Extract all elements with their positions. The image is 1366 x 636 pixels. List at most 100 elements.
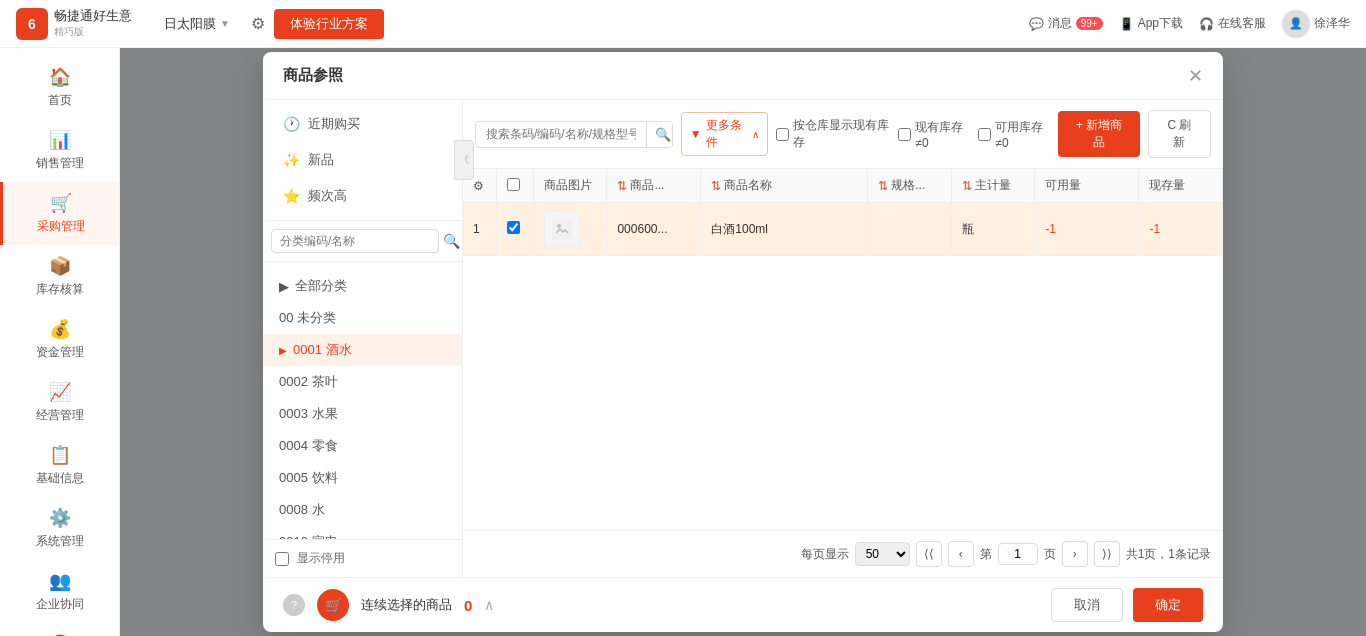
app-download-label: App下载 xyxy=(1138,15,1183,32)
sidebar-item-basic-info[interactable]: 📋 基础信息 xyxy=(0,434,119,497)
app-download-item[interactable]: 📱 App下载 xyxy=(1119,15,1183,32)
sidebar-item-enterprise[interactable]: 👥 企业协同 xyxy=(0,560,119,623)
sidebar-item-operations-label: 经营管理 xyxy=(36,407,84,424)
inventory-icon: 📦 xyxy=(49,255,71,277)
th-available[interactable]: 可用量 xyxy=(1035,169,1139,203)
product-search-input[interactable] xyxy=(476,122,646,146)
cat-fruit[interactable]: 0003 水果 xyxy=(263,398,462,430)
th-checkbox xyxy=(496,169,534,203)
cell-spec xyxy=(868,203,951,256)
notifications-item[interactable]: 💬 消息 99+ xyxy=(1029,15,1103,32)
page-prev-button[interactable]: ‹ xyxy=(948,541,974,567)
trial-button[interactable]: 体验行业方案 xyxy=(274,9,384,39)
topbar-right: 💬 消息 99+ 📱 App下载 🎧 在线客服 👤 徐泽华 xyxy=(1029,10,1350,38)
quick-btn-recent[interactable]: 🕐 近期购买 xyxy=(271,108,454,140)
cat-liquor[interactable]: ▶ 0001 酒水 xyxy=(263,334,462,366)
show-disabled-label: 显示停用 xyxy=(297,550,345,567)
category-search-input[interactable] xyxy=(271,229,439,253)
page-number-input[interactable] xyxy=(998,543,1038,565)
left-panel: 🕐 近期购买 ✨ 新品 ⭐ 频次高 《 xyxy=(263,100,463,577)
quick-btn-new[interactable]: ✨ 新品 xyxy=(271,144,454,176)
category-search-row: 🔍 xyxy=(263,221,462,262)
warehouse-checkbox[interactable] xyxy=(776,128,789,141)
sidebar-item-enterprise-label: 企业协同 xyxy=(36,596,84,613)
logo-sub: 精巧版 xyxy=(54,25,132,39)
warehouse-checkbox-row[interactable]: 按仓库显示现有库存 xyxy=(776,117,891,151)
stock-checkbox-row[interactable]: 现有库存≠0 xyxy=(898,119,970,150)
show-disabled-checkbox[interactable] xyxy=(275,552,289,566)
cancel-button[interactable]: 取消 xyxy=(1051,588,1123,622)
purchase-icon: 🛒 xyxy=(50,192,72,214)
cat-snack[interactable]: 0004 零食 xyxy=(263,430,462,462)
cat-tea[interactable]: 0002 茶叶 xyxy=(263,366,462,398)
cat-water[interactable]: 0008 水 xyxy=(263,494,462,526)
th-code[interactable]: ⇅ 商品... xyxy=(607,169,701,203)
nav-dropdown[interactable]: 日太阳膜 ▼ xyxy=(152,15,242,33)
th-stock[interactable]: 现存量 xyxy=(1139,169,1223,203)
cat-tea-label: 0002 茶叶 xyxy=(279,373,338,391)
avatar: 👤 xyxy=(1282,10,1310,38)
cell-code: 000600... xyxy=(607,203,701,256)
sidebar-item-home[interactable]: 🏠 首页 xyxy=(0,56,119,119)
filter-button[interactable]: ▼ 更多条件 ∧ xyxy=(681,112,768,156)
collapse-button[interactable]: 《 xyxy=(454,140,474,180)
close-icon[interactable]: ✕ xyxy=(1188,67,1203,85)
th-spec[interactable]: ⇅ 规格... xyxy=(868,169,951,203)
usable-checkbox-row[interactable]: 可用库存≠0 xyxy=(978,119,1050,150)
product-search-button[interactable]: 🔍 xyxy=(646,122,673,147)
usable-checkbox[interactable] xyxy=(978,128,991,141)
user-item[interactable]: 👤 徐泽华 xyxy=(1282,10,1350,38)
usable-checkbox-label: 可用库存≠0 xyxy=(995,119,1050,150)
sidebar-item-basic-info-label: 基础信息 xyxy=(36,470,84,487)
table-row[interactable]: 1 xyxy=(463,203,1223,256)
quick-btn-new-label: 新品 xyxy=(308,151,334,169)
quick-buttons: 🕐 近期购买 ✨ 新品 ⭐ 频次高 《 xyxy=(263,100,462,221)
cat-liquor-tri: ▶ xyxy=(279,345,287,356)
cat-all[interactable]: ▶ 全部分类 xyxy=(263,270,462,302)
finance-icon: 💰 xyxy=(49,318,71,340)
add-product-button[interactable]: + 新增商品 xyxy=(1058,111,1140,157)
sidebar-item-operations[interactable]: 📈 经营管理 xyxy=(0,371,119,434)
online-service-item[interactable]: 🎧 在线客服 xyxy=(1199,15,1266,32)
select-all-checkbox[interactable] xyxy=(507,178,520,191)
continuous-select-label: 连续选择的商品 xyxy=(361,596,452,614)
chevron-up-icon[interactable]: ∧ xyxy=(484,597,494,613)
sidebar-item-guide[interactable]: 🎯 新手引导 xyxy=(0,623,119,636)
row-checkbox[interactable] xyxy=(507,221,520,234)
sort-icon-unit: ⇅ xyxy=(962,179,972,193)
refresh-button[interactable]: C 刷新 xyxy=(1148,110,1211,158)
settings-icon[interactable]: ⚙ xyxy=(242,8,274,40)
confirm-button[interactable]: 确定 xyxy=(1133,588,1203,622)
filter-icon: ▼ xyxy=(690,127,702,141)
per-page-select[interactable]: 50 100 200 xyxy=(855,542,910,566)
sort-icon-spec: ⇅ xyxy=(878,179,888,193)
quick-btn-frequent[interactable]: ⭐ 频次高 xyxy=(271,180,454,212)
page-last-button[interactable]: ⟩⟩ xyxy=(1094,541,1120,567)
sidebar-item-inventory[interactable]: 📦 库存核算 xyxy=(0,245,119,308)
help-icon[interactable]: ? xyxy=(283,594,305,616)
quick-btn-frequent-label: 频次高 xyxy=(308,187,347,205)
cat-liquor-label: 0001 酒水 xyxy=(293,341,352,359)
frequent-icon: ⭐ xyxy=(283,188,300,204)
sidebar-item-sales[interactable]: 📊 销售管理 xyxy=(0,119,119,182)
sort-icon-code: ⇅ xyxy=(617,179,627,193)
category-search-icon[interactable]: 🔍 xyxy=(443,233,460,249)
cart-icon-button[interactable]: 🛒 xyxy=(317,589,349,621)
stock-checkbox[interactable] xyxy=(898,128,911,141)
th-unit[interactable]: ⇅ 主计量 xyxy=(951,169,1034,203)
modal-body: 🕐 近期购买 ✨ 新品 ⭐ 频次高 《 xyxy=(263,100,1223,577)
sort-icon-name: ⇅ xyxy=(711,179,721,193)
cat-uncategorized[interactable]: 00 未分类 xyxy=(263,302,462,334)
sidebar-item-purchase[interactable]: 🛒 采购管理 xyxy=(0,182,119,245)
th-name[interactable]: ⇅ 商品名称 xyxy=(701,169,868,203)
cat-beverage[interactable]: 0005 饮料 xyxy=(263,462,462,494)
cell-stock: -1 xyxy=(1139,203,1223,256)
footer-buttons: 取消 确定 xyxy=(1051,588,1203,622)
sidebar-item-system[interactable]: ⚙️ 系统管理 xyxy=(0,497,119,560)
page-first-button[interactable]: ⟨⟨ xyxy=(916,541,942,567)
cat-appliance[interactable]: 0010 家电 xyxy=(263,526,462,539)
page-next-button[interactable]: › xyxy=(1062,541,1088,567)
quick-btn-recent-label: 近期购买 xyxy=(308,115,360,133)
sidebar-item-finance[interactable]: 💰 资金管理 xyxy=(0,308,119,371)
page-word: 第 xyxy=(980,546,992,563)
